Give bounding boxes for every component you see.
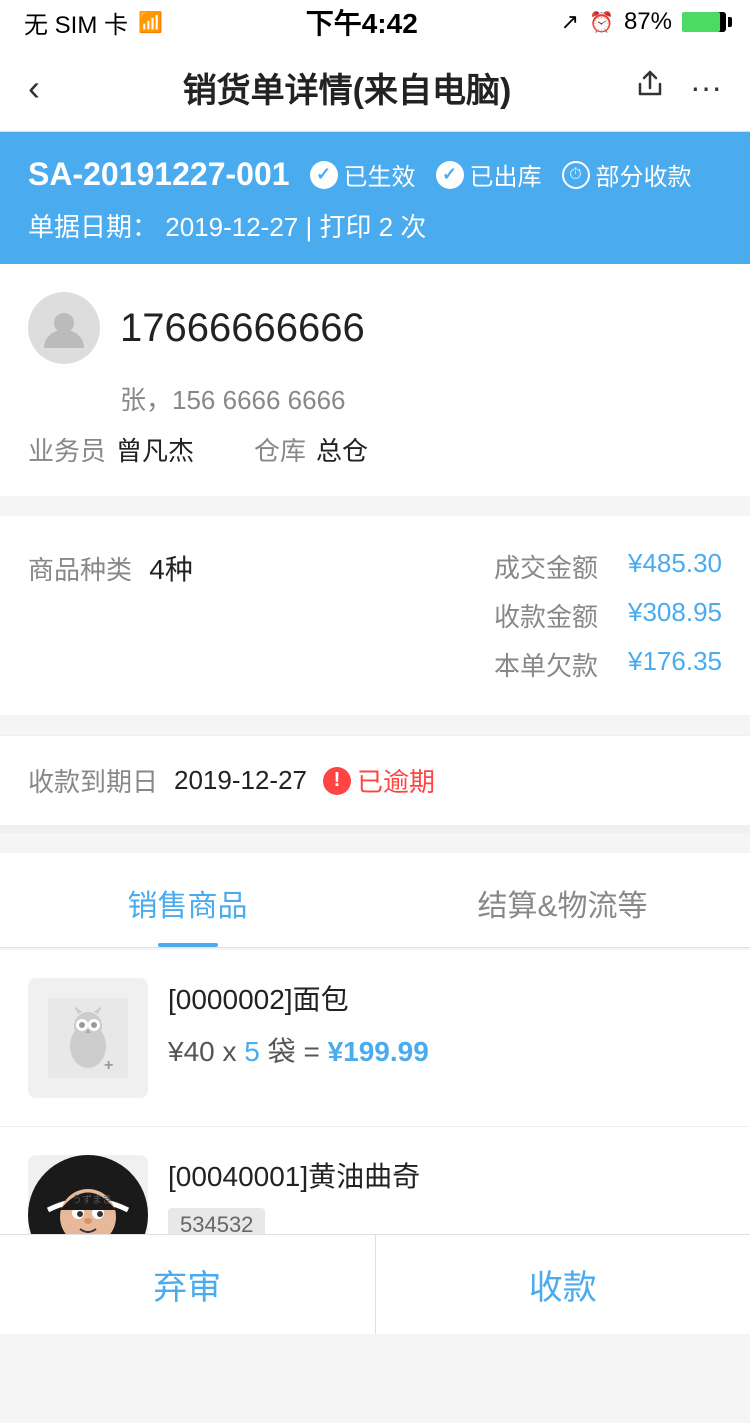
customer-phone: 17666666666 xyxy=(120,306,365,351)
unit-1: 袋 xyxy=(268,1036,296,1067)
status-left: 无 SIM 卡 📶 xyxy=(24,5,163,40)
product-name-2: [00040001]黄油曲奇 xyxy=(168,1155,722,1195)
customer-meta: 业务员 曾凡杰 仓库 总仓 xyxy=(28,431,722,468)
banner-row1: SA-20191227-001 ✓ 已生效 ✓ 已出库 ⏱ 部分收款 xyxy=(28,156,722,193)
battery-icon xyxy=(682,12,726,32)
owed-row: 本单欠款 ¥176.35 xyxy=(494,646,722,683)
svg-text:うずまき: うずまき xyxy=(72,1194,112,1206)
overdue-icon: ! xyxy=(323,767,351,795)
product-info-1: [0000002]面包 ¥40 x 5 袋 = ¥199.99 xyxy=(168,978,722,1070)
wifi-icon: 📶 xyxy=(138,10,163,35)
eq-1: = xyxy=(303,1036,327,1067)
owed-value: ¥176.35 xyxy=(628,646,722,683)
received-row: 收款金额 ¥308.95 xyxy=(494,597,722,634)
owed-label: 本单欠款 xyxy=(494,646,598,683)
product-item-1: + [0000002]面包 ¥40 x 5 袋 = ¥199.99 xyxy=(0,950,750,1127)
carrier-label: 无 SIM 卡 xyxy=(24,5,128,40)
overdue-text: 已逾期 xyxy=(357,762,435,799)
more-button[interactable]: ··· xyxy=(690,69,722,106)
product-kinds-label: 商品种类 xyxy=(28,555,132,585)
warehouse-value: 总仓 xyxy=(316,431,368,468)
price-1: ¥40 xyxy=(168,1036,215,1067)
status-right: ↗ ⏰ 87% xyxy=(561,8,726,36)
badge-partial: ⏱ 部分收款 xyxy=(562,157,692,192)
trans-amount-label: 成交金额 xyxy=(494,548,598,585)
banner-date-row: 单据日期： 2019-12-27 | 打印 2 次 xyxy=(28,207,722,244)
clock-icon: ⏱ xyxy=(562,161,590,189)
overdue-badge: ! 已逾期 xyxy=(323,762,435,799)
check-icon-1: ✓ xyxy=(310,161,338,189)
alarm-icon: ⏰ xyxy=(589,10,614,35)
product-kinds-value: 4种 xyxy=(149,554,193,585)
product-thumb-1: + xyxy=(28,978,148,1098)
product-name-1: [0000002]面包 xyxy=(168,978,722,1018)
due-section: 收款到期日 2019-12-27 ! 已逾期 xyxy=(0,735,750,833)
salesperson-item: 业务员 曾凡杰 xyxy=(28,431,194,468)
received-value: ¥308.95 xyxy=(628,597,722,634)
nav-bar: ‹ 销货单详情(来自电脑) ··· xyxy=(0,44,750,132)
due-date-value: 2019-12-27 xyxy=(174,765,307,796)
location-icon: ↗ xyxy=(561,9,579,35)
nav-title: 销货单详情(来自电脑) xyxy=(60,63,634,112)
check-icon-2: ✓ xyxy=(436,161,464,189)
tabs-section: 销售商品 结算&物流等 xyxy=(0,853,750,948)
due-label: 收款到期日 xyxy=(28,762,158,799)
salesperson-value: 曾凡杰 xyxy=(116,431,194,468)
date-label: 单据日期： xyxy=(28,212,158,242)
customer-section: 17666666666 张，156 6666 6666 业务员 曾凡杰 仓库 总… xyxy=(0,264,750,496)
order-date: 2019-12-27 xyxy=(165,212,298,242)
header-banner: SA-20191227-001 ✓ 已生效 ✓ 已出库 ⏱ 部分收款 单据日期：… xyxy=(0,132,750,264)
nav-actions: ··· xyxy=(634,68,722,108)
svg-text:+: + xyxy=(104,1057,113,1074)
stats-left: 商品种类 4种 xyxy=(28,548,193,588)
mult-1: x xyxy=(223,1036,245,1067)
qty-1: 5 xyxy=(244,1036,260,1067)
badge-shipped: ✓ 已出库 xyxy=(436,157,542,192)
salesperson-label: 业务员 xyxy=(28,431,106,468)
badge-active: ✓ 已生效 xyxy=(310,157,416,192)
product-price-1: ¥40 x 5 袋 = ¥199.99 xyxy=(168,1030,722,1070)
customer-subinfo: 张，156 6666 6666 xyxy=(28,380,722,417)
warehouse-label: 仓库 xyxy=(254,431,306,468)
status-time: 下午4:42 xyxy=(306,2,418,42)
received-label: 收款金额 xyxy=(494,597,598,634)
bottom-bar: 弃审 收款 xyxy=(0,1234,750,1334)
stats-right: 成交金额 ¥485.30 收款金额 ¥308.95 本单欠款 ¥176.35 xyxy=(494,548,722,683)
share-button[interactable] xyxy=(634,68,666,108)
cancel-button[interactable]: 弃审 xyxy=(0,1235,376,1334)
trans-amount-row: 成交金额 ¥485.30 xyxy=(494,548,722,585)
status-bar: 无 SIM 卡 📶 下午4:42 ↗ ⏰ 87% xyxy=(0,0,750,44)
order-id: SA-20191227-001 xyxy=(28,156,290,193)
back-button[interactable]: ‹ xyxy=(28,67,40,109)
tab-settlement[interactable]: 结算&物流等 xyxy=(375,853,750,947)
avatar xyxy=(28,292,100,364)
total-1: ¥199.99 xyxy=(328,1036,429,1067)
customer-row: 17666666666 xyxy=(28,292,722,364)
trans-amount-value: ¥485.30 xyxy=(628,548,722,585)
stats-section: 商品种类 4种 成交金额 ¥485.30 收款金额 ¥308.95 本单欠款 ¥… xyxy=(0,516,750,715)
battery-percent: 87% xyxy=(624,8,672,36)
confirm-button[interactable]: 收款 xyxy=(376,1235,750,1334)
warehouse-item: 仓库 总仓 xyxy=(254,431,368,468)
tab-sales-products[interactable]: 销售商品 xyxy=(0,853,375,947)
print-info: | 打印 2 次 xyxy=(305,212,426,242)
